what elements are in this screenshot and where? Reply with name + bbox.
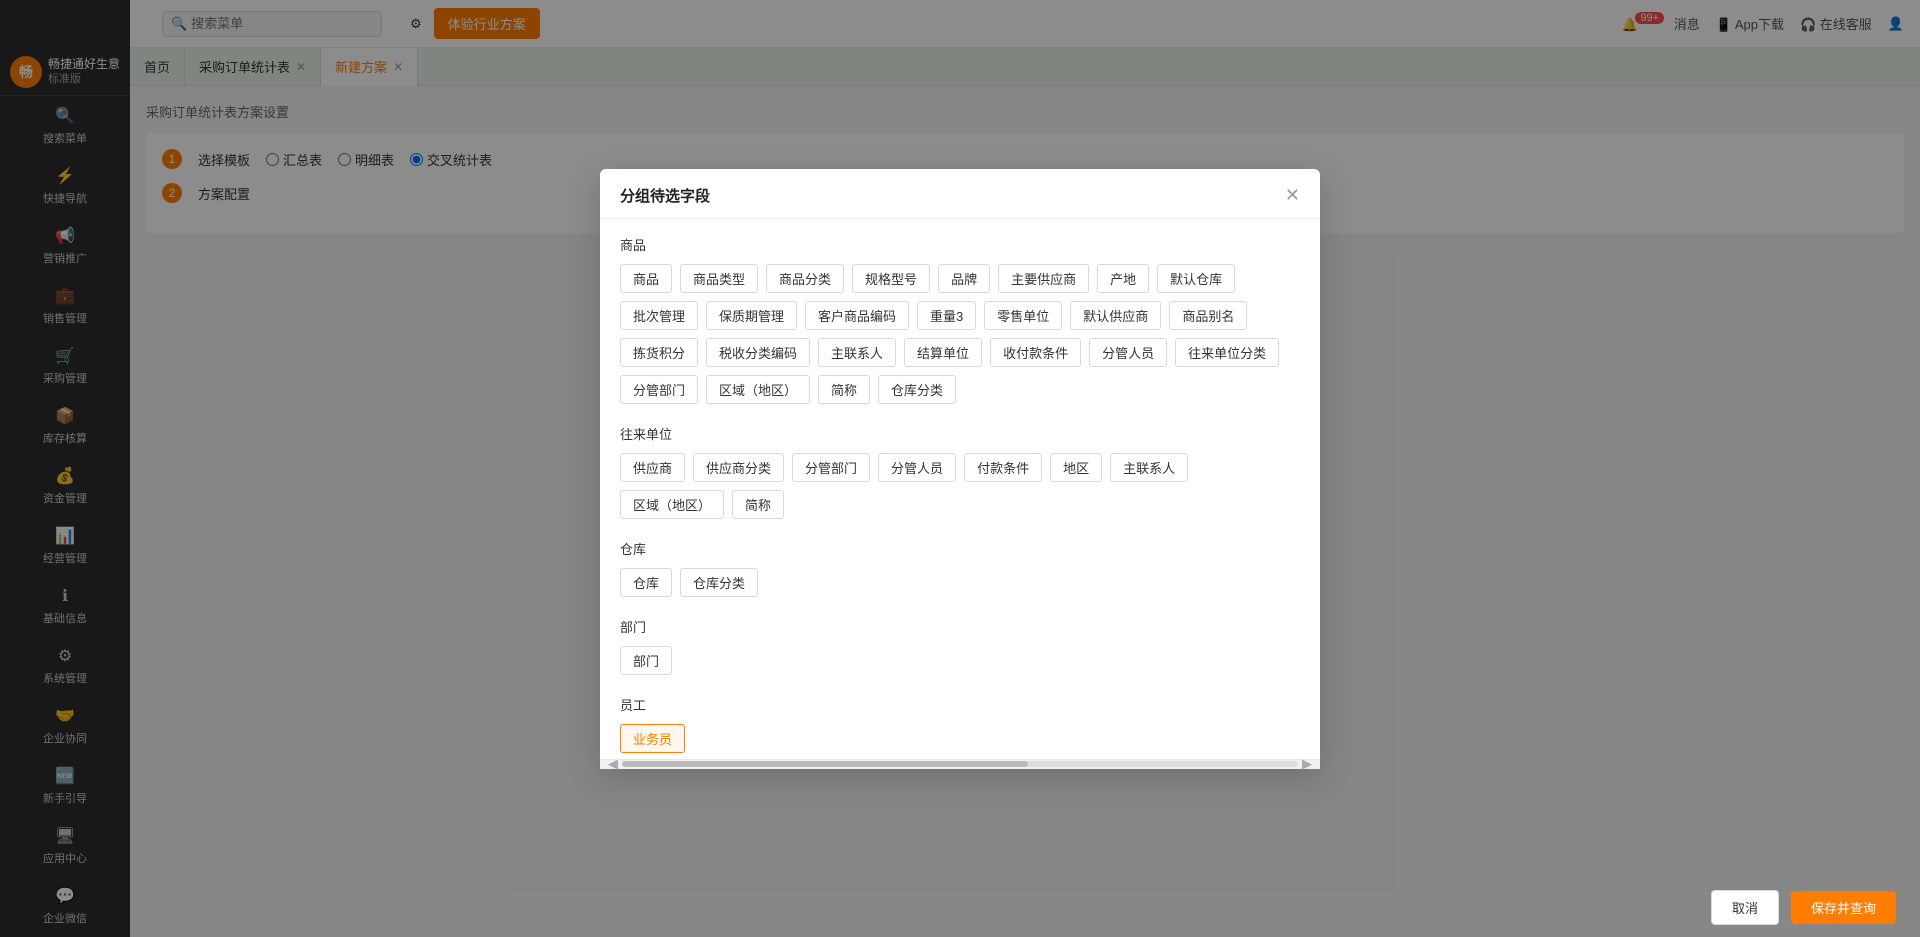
field-tag-1-3[interactable]: 分管人员: [878, 453, 956, 482]
field-tag-0-0[interactable]: 商品: [620, 264, 672, 293]
field-tag-1-6[interactable]: 主联系人: [1110, 453, 1188, 482]
field-tag-0-21[interactable]: 往来单位分类: [1175, 338, 1279, 367]
field-tag-1-5[interactable]: 地区: [1050, 453, 1102, 482]
field-tag-0-5[interactable]: 主要供应商: [998, 264, 1089, 293]
field-tag-1-1[interactable]: 供应商分类: [693, 453, 784, 482]
field-tag-0-17[interactable]: 主联系人: [818, 338, 896, 367]
field-tag-0-3[interactable]: 规格型号: [852, 264, 930, 293]
field-tag-0-15[interactable]: 拣货积分: [620, 338, 698, 367]
modal-footer: 取消 保存并查询: [1687, 878, 1920, 937]
field-tag-0-16[interactable]: 税收分类编码: [706, 338, 810, 367]
section-label-3: 部门: [620, 617, 1300, 636]
section-label-2: 仓库: [620, 539, 1300, 558]
field-tag-0-19[interactable]: 收付款条件: [990, 338, 1081, 367]
modal-section-1: 往来单位供应商供应商分类分管部门分管人员付款条件地区主联系人区域（地区） 简称: [620, 424, 1300, 519]
modal-section-4: 员工业务员: [620, 695, 1300, 753]
field-tag-1-8[interactable]: 简称: [732, 490, 784, 519]
section-label-4: 员工: [620, 695, 1300, 714]
scrollbar-thumb[interactable]: [622, 761, 1028, 767]
section-label-0: 商品: [620, 235, 1300, 254]
field-tag-0-12[interactable]: 零售单位: [984, 301, 1062, 330]
modal-horizontal-scrollbar[interactable]: ◀ ▶: [600, 759, 1320, 769]
scroll-left-arrow[interactable]: ◀: [604, 756, 622, 772]
section-tags-0: 商品商品类型商品分类规格型号品牌主要供应商产地默认仓库批次管理保质期管理客户商品…: [620, 264, 1300, 404]
field-tag-0-18[interactable]: 结算单位: [904, 338, 982, 367]
field-tag-1-2[interactable]: 分管部门: [792, 453, 870, 482]
field-tag-0-7[interactable]: 默认仓库: [1157, 264, 1235, 293]
field-tag-0-25[interactable]: 仓库分类: [878, 375, 956, 404]
field-tag-1-7[interactable]: 区域（地区）: [620, 490, 724, 519]
field-tag-1-4[interactable]: 付款条件: [964, 453, 1042, 482]
field-tag-0-14[interactable]: 商品别名: [1169, 301, 1247, 330]
field-tag-0-20[interactable]: 分管人员: [1089, 338, 1167, 367]
field-tag-0-22[interactable]: 分管部门: [620, 375, 698, 404]
field-tag-0-11[interactable]: 重量3: [917, 301, 976, 330]
section-tags-1: 供应商供应商分类分管部门分管人员付款条件地区主联系人区域（地区） 简称: [620, 453, 1300, 519]
section-tags-3: 部门: [620, 646, 1300, 675]
modal-title: 分组待选字段: [620, 185, 710, 206]
field-tag-0-2[interactable]: 商品分类: [766, 264, 844, 293]
cancel-button[interactable]: 取消: [1711, 890, 1779, 925]
section-tags-4: 业务员: [620, 724, 1300, 753]
modal-close-btn[interactable]: ✕: [1285, 186, 1300, 204]
field-tag-0-9[interactable]: 保质期管理: [706, 301, 797, 330]
field-tag-3-0[interactable]: 部门: [620, 646, 672, 675]
field-tag-2-1[interactable]: 仓库分类: [680, 568, 758, 597]
save-query-button[interactable]: 保存并查询: [1791, 891, 1896, 924]
modal-overlay: 分组待选字段 ✕ 商品商品商品类型商品分类规格型号品牌主要供应商产地默认仓库批次…: [0, 0, 1920, 937]
field-tag-0-6[interactable]: 产地: [1097, 264, 1149, 293]
modal-section-0: 商品商品商品类型商品分类规格型号品牌主要供应商产地默认仓库批次管理保质期管理客户…: [620, 235, 1300, 404]
field-select-modal: 分组待选字段 ✕ 商品商品商品类型商品分类规格型号品牌主要供应商产地默认仓库批次…: [600, 169, 1320, 769]
field-tag-0-13[interactable]: 默认供应商: [1070, 301, 1161, 330]
field-tag-4-0[interactable]: 业务员: [620, 724, 685, 753]
scrollbar-track[interactable]: [622, 761, 1298, 767]
field-tag-0-23[interactable]: 区域（地区）: [706, 375, 810, 404]
modal-header: 分组待选字段 ✕: [600, 169, 1320, 219]
modal-section-3: 部门部门: [620, 617, 1300, 675]
field-tag-1-0[interactable]: 供应商: [620, 453, 685, 482]
modal-section-2: 仓库仓库仓库分类: [620, 539, 1300, 597]
section-label-1: 往来单位: [620, 424, 1300, 443]
field-tag-2-0[interactable]: 仓库: [620, 568, 672, 597]
field-tag-0-1[interactable]: 商品类型: [680, 264, 758, 293]
field-tag-0-8[interactable]: 批次管理: [620, 301, 698, 330]
field-tag-0-4[interactable]: 品牌: [938, 264, 990, 293]
field-tag-0-24[interactable]: 简称: [818, 375, 870, 404]
section-tags-2: 仓库仓库分类: [620, 568, 1300, 597]
scroll-right-arrow[interactable]: ▶: [1298, 756, 1316, 772]
field-tag-0-10[interactable]: 客户商品编码: [805, 301, 909, 330]
modal-body: 商品商品商品类型商品分类规格型号品牌主要供应商产地默认仓库批次管理保质期管理客户…: [600, 219, 1320, 759]
